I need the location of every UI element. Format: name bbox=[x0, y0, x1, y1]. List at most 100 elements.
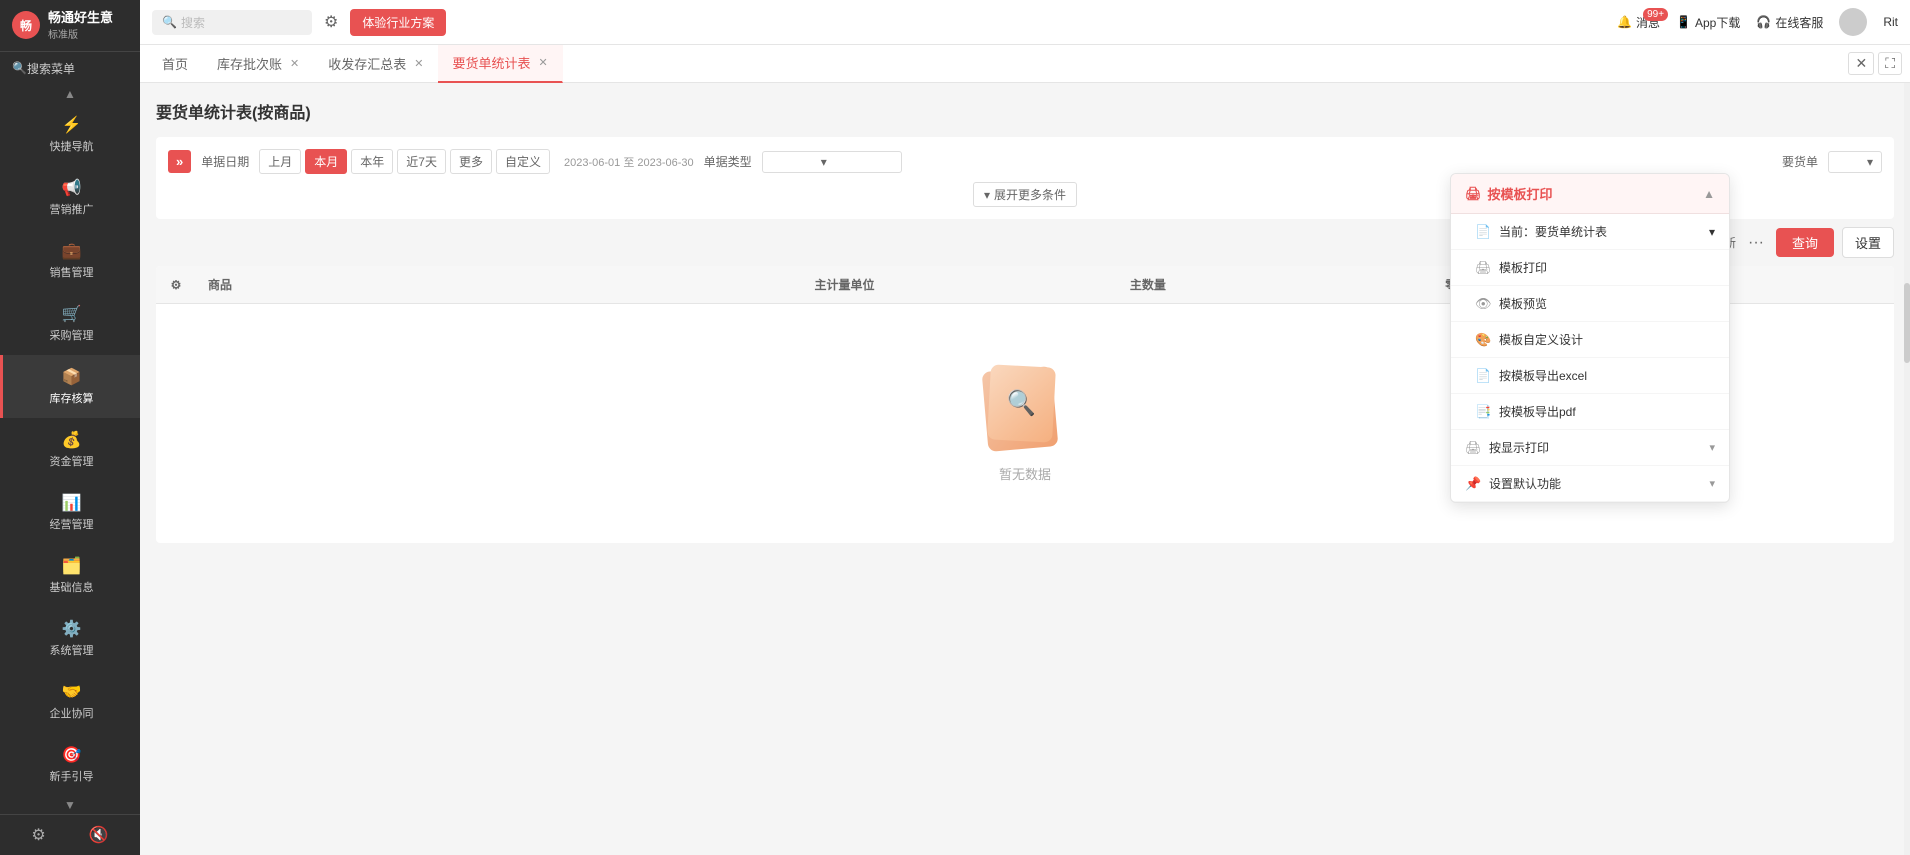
more-btn[interactable]: ··· bbox=[1744, 230, 1768, 256]
scrollbar-thumb[interactable] bbox=[1904, 283, 1910, 363]
right-scrollbar[interactable] bbox=[1904, 83, 1910, 855]
tab-maximize-btn[interactable]: ⛶ bbox=[1878, 52, 1902, 75]
filter-yaohuodan-label: 要货单 bbox=[1782, 153, 1818, 170]
sidebar-item-corp[interactable]: 🤝 企业协同 bbox=[0, 670, 140, 733]
expand-btn-label: 展开更多条件 bbox=[994, 186, 1066, 203]
current-template-label: 当前：要货单统计表 bbox=[1499, 223, 1607, 240]
sidebar-item-marketing[interactable]: 📢 营销推广 bbox=[0, 166, 140, 229]
print-dropdown: 🖨 按模板打印 ▲ 📄 当前：要货单统计表 ▾ 🖨 模板打印 👁 bbox=[1450, 173, 1730, 503]
filter-date-more[interactable]: 更多 bbox=[450, 149, 492, 174]
filter-row: » 单据日期 上月 本月 本年 近7天 更多 自定义 2023-06-01 至 … bbox=[168, 149, 1882, 174]
topbar-search-placeholder: 搜索 bbox=[181, 14, 205, 31]
tab-receipt-summary-label: 收发存汇总表 bbox=[328, 54, 406, 73]
template-preview-icon: 👁 bbox=[1475, 296, 1491, 312]
tab-inventory-batch-close[interactable]: ✕ bbox=[290, 57, 299, 70]
filter-type-arrow: ▾ bbox=[821, 155, 827, 169]
sidebar: 畅 畅通好生意 标准版 🔍 搜索菜单 ▲ ⚡ 快捷导航 📢 营销推广 💼 销售管… bbox=[0, 0, 140, 855]
dropdown-title: 按模板打印 bbox=[1488, 184, 1553, 203]
filter-yaohuodan-select[interactable]: ▾ bbox=[1828, 151, 1882, 173]
sidebar-scroll-up[interactable]: ▲ bbox=[0, 85, 140, 103]
sidebar-item-guide[interactable]: 🎯 新手引导 bbox=[0, 733, 140, 796]
finance-icon: 💰 bbox=[62, 430, 82, 450]
topbar-right: 🔔 消息 99+ 📱 App下载 🎧 在线客服 Rit bbox=[1617, 8, 1898, 36]
username-label[interactable]: Rit bbox=[1883, 15, 1898, 29]
tab-inventory-batch-label: 库存批次账 bbox=[217, 54, 282, 73]
dropdown-item-template-excel[interactable]: 📄 按模板导出excel bbox=[1451, 358, 1729, 394]
user-avatar[interactable] bbox=[1839, 8, 1867, 36]
sidebar-scroll-down[interactable]: ▼ bbox=[0, 796, 140, 814]
filter-yaohuodan-arrow: ▾ bbox=[1867, 155, 1873, 169]
display-print-arrow: ▾ bbox=[1709, 441, 1715, 454]
corp-icon: 🤝 bbox=[62, 682, 82, 702]
current-template-arrow: ▾ bbox=[1709, 225, 1715, 239]
app-logo-icon: 畅 bbox=[12, 11, 40, 39]
app-sub: 标准版 bbox=[48, 26, 113, 41]
dropdown-current-template[interactable]: 📄 当前：要货单统计表 ▾ bbox=[1451, 214, 1729, 250]
sidebar-search[interactable]: 🔍 搜索菜单 bbox=[0, 52, 140, 85]
dropdown-section-display-print[interactable]: 🖨 按显示打印 ▾ bbox=[1451, 430, 1729, 466]
sidebar-item-finance[interactable]: 💰 资金管理 bbox=[0, 418, 140, 481]
notice-btn[interactable]: 🔔 消息 99+ bbox=[1617, 14, 1660, 31]
online-service-btn[interactable]: 🎧 在线客服 bbox=[1756, 14, 1823, 31]
sidebar-item-sales[interactable]: 💼 销售管理 bbox=[0, 229, 140, 292]
filter-expand-btn[interactable]: ▾ 展开更多条件 bbox=[973, 182, 1077, 207]
filter-date-this-year[interactable]: 本年 bbox=[351, 149, 393, 174]
dropdown-item-label: 模板打印 bbox=[1499, 259, 1547, 276]
tab-receipt-summary[interactable]: 收发存汇总表 ✕ bbox=[314, 45, 438, 83]
tab-receipt-summary-close[interactable]: ✕ bbox=[414, 57, 423, 70]
sidebar-item-inventory[interactable]: 📦 库存核算 bbox=[0, 355, 140, 418]
topbar-gear-icon[interactable]: ⚙ bbox=[324, 12, 338, 32]
dropdown-item-template-print[interactable]: 🖨 模板打印 bbox=[1451, 250, 1729, 286]
tab-home-label: 首页 bbox=[162, 54, 188, 73]
sidebar-search-label: 搜索菜单 bbox=[27, 60, 75, 77]
filter-date-this-month[interactable]: 本月 bbox=[305, 149, 347, 174]
sidebar-nav: ⚡ 快捷导航 📢 营销推广 💼 销售管理 🛒 采购管理 📦 库存核算 💰 资金管… bbox=[0, 103, 140, 796]
template-print-icon: 🖨 bbox=[1475, 260, 1491, 276]
display-print-icon: 🖨 bbox=[1465, 440, 1481, 456]
mute-bottom-icon[interactable]: 🔇 bbox=[89, 825, 109, 845]
template-design-icon: 🎨 bbox=[1475, 332, 1491, 348]
dropdown-item-template-preview[interactable]: 👁 模板预览 bbox=[1451, 286, 1729, 322]
template-pdf-icon: 📑 bbox=[1475, 404, 1491, 420]
app-download-btn[interactable]: 📱 App下载 bbox=[1676, 14, 1740, 31]
tabs-controls: ✕ ⛶ bbox=[1848, 52, 1902, 75]
filter-expand-toggle[interactable]: » bbox=[168, 150, 191, 173]
dropdown-item-label: 按模板导出pdf bbox=[1499, 403, 1576, 420]
sidebar-item-label: 资金管理 bbox=[50, 453, 94, 469]
tab-close-all-btn[interactable]: ✕ bbox=[1848, 52, 1874, 75]
notice-icon: 🔔 bbox=[1617, 15, 1632, 29]
page-content: 要货单统计表(按商品) » 单据日期 上月 本月 本年 近7天 更多 自定义 2… bbox=[140, 83, 1910, 855]
quick-icon: ⚡ bbox=[62, 115, 82, 135]
tab-home[interactable]: 首页 bbox=[148, 45, 203, 83]
dropdown-item-template-design[interactable]: 🎨 模板自定义设计 bbox=[1451, 322, 1729, 358]
filter-date-custom[interactable]: 自定义 bbox=[496, 149, 550, 174]
sidebar-item-quick[interactable]: ⚡ 快捷导航 bbox=[0, 103, 140, 166]
col-settings[interactable]: ⚙ bbox=[156, 268, 196, 302]
dropdown-chevron-up-icon[interactable]: ▲ bbox=[1703, 187, 1715, 201]
sidebar-item-label: 快捷导航 bbox=[50, 138, 94, 154]
topbar-search[interactable]: 🔍 搜索 bbox=[152, 10, 312, 35]
tab-inventory-batch[interactable]: 库存批次账 ✕ bbox=[203, 45, 314, 83]
dropdown-item-template-pdf[interactable]: 📑 按模板导出pdf bbox=[1451, 394, 1729, 430]
sidebar-item-base[interactable]: 🗂️ 基础信息 bbox=[0, 544, 140, 607]
settings-btn[interactable]: 设置 bbox=[1842, 227, 1894, 258]
dropdown-section-set-default[interactable]: 📌 设置默认功能 ▾ bbox=[1451, 466, 1729, 502]
filter-date-7days[interactable]: 近7天 bbox=[397, 149, 446, 174]
expand-chevron-icon: ▾ bbox=[984, 188, 990, 202]
query-btn[interactable]: 查询 bbox=[1776, 228, 1834, 257]
notice-badge: 99+ bbox=[1643, 8, 1668, 21]
sidebar-item-purchase[interactable]: 🛒 采购管理 bbox=[0, 292, 140, 355]
empty-illustration: 🔍 bbox=[975, 364, 1075, 454]
sidebar-item-operation[interactable]: 📊 经营管理 bbox=[0, 481, 140, 544]
filter-type-select[interactable]: ▾ bbox=[762, 151, 902, 173]
filter-date-last-month[interactable]: 上月 bbox=[259, 149, 301, 174]
trial-btn[interactable]: 体验行业方案 bbox=[350, 9, 446, 36]
settings-bottom-icon[interactable]: ⚙ bbox=[31, 825, 45, 845]
tab-order-stats-close[interactable]: ✕ bbox=[539, 56, 548, 69]
topbar-search-icon: 🔍 bbox=[162, 15, 177, 29]
dropdown-header-left: 🖨 按模板打印 bbox=[1465, 184, 1553, 203]
inventory-icon: 📦 bbox=[62, 367, 82, 387]
sidebar-item-system[interactable]: ⚙️ 系统管理 bbox=[0, 607, 140, 670]
tab-order-stats[interactable]: 要货单统计表 ✕ bbox=[438, 45, 562, 83]
dropdown-item-label: 按模板导出excel bbox=[1499, 367, 1587, 384]
